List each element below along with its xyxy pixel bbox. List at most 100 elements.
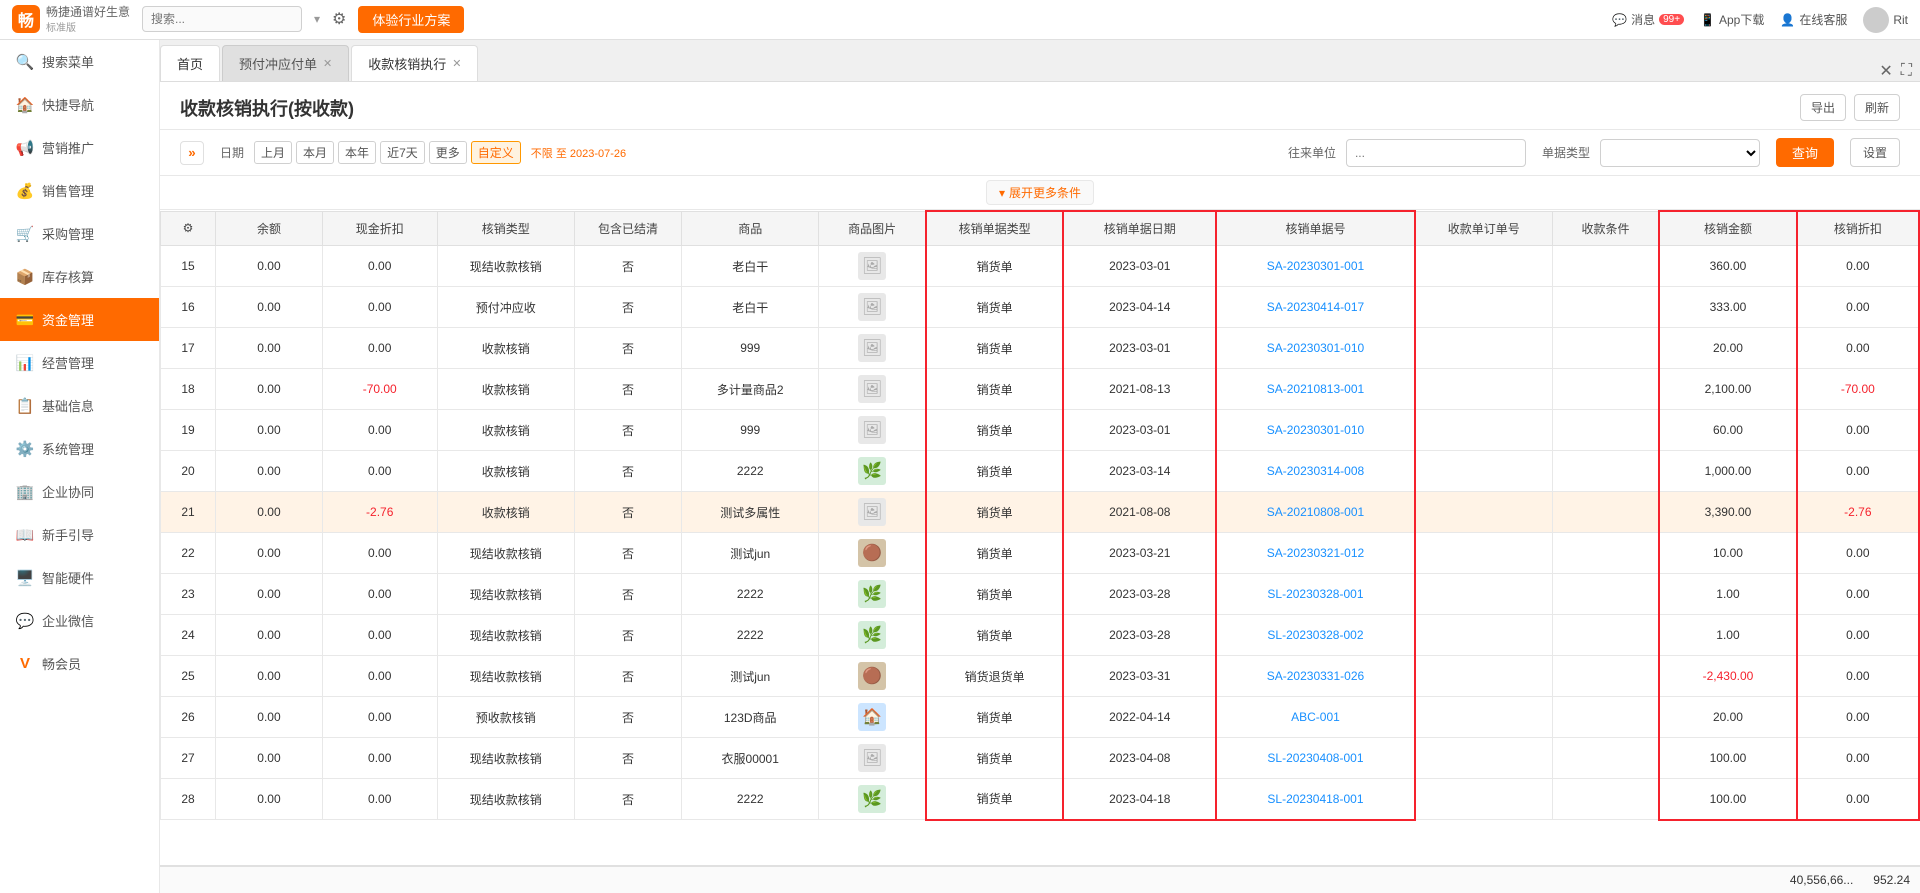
sidebar-item-guide[interactable]: 📖 新手引导: [0, 513, 159, 556]
cancel-doc-no-link[interactable]: SA-20210813-001: [1267, 382, 1364, 396]
message-label: 消息: [1631, 11, 1655, 28]
sidebar-item-nav[interactable]: 🏠 快捷导航: [0, 83, 159, 126]
table-container[interactable]: ⚙ 余额 现金折扣 核销类型 包含已结清 商品 商品图片 核销单据类型 核销单据…: [160, 210, 1920, 865]
user-item[interactable]: Rit: [1863, 7, 1908, 33]
cell-balance: 0.00: [216, 656, 323, 697]
cell-cancel-type: 收款核销: [437, 410, 575, 451]
cell-cash-discount: 0.00: [322, 287, 437, 328]
date-more-btn[interactable]: 更多: [429, 141, 467, 164]
cell-receipt-condition: [1552, 574, 1659, 615]
page-content: 收款核销执行(按收款) 导出 刷新 » 日期 上月 本月 本年 近7天 更多: [160, 82, 1920, 893]
cell-cancel-doc-type: 销货单: [926, 287, 1064, 328]
cell-cancel-doc-no: ABC-001: [1216, 697, 1415, 738]
cell-balance: 0.00: [216, 410, 323, 451]
cell-cancel-doc-date: 2023-03-01: [1063, 410, 1216, 451]
cancel-doc-no-link[interactable]: SA-20230301-010: [1267, 341, 1364, 355]
sidebar-item-search[interactable]: 🔍 搜索菜单: [0, 40, 159, 83]
cell-cancel-type: 现结收款核销: [437, 574, 575, 615]
date-custom-btn[interactable]: 自定义: [471, 141, 521, 164]
expand-more-btn[interactable]: ▾ 展开更多条件: [986, 180, 1094, 205]
cell-balance: 0.00: [216, 574, 323, 615]
top-bar-right: 💬 消息 99+ 📱 App下载 👤 在线客服 Rit: [1612, 7, 1908, 33]
sidebar-item-member[interactable]: V 畅会员: [0, 642, 159, 685]
dropdown-arrow-icon[interactable]: ▾: [314, 12, 320, 26]
tab-receipt-close-icon[interactable]: ✕: [452, 57, 461, 70]
cell-include-settled: 否: [575, 246, 682, 287]
cancel-doc-no-link[interactable]: SA-20230414-017: [1267, 300, 1364, 314]
cancel-doc-no-link[interactable]: ABC-001: [1291, 710, 1340, 724]
tab-prepay[interactable]: 预付冲应付单 ✕: [222, 45, 349, 81]
cancel-doc-no-link[interactable]: SL-20230328-001: [1267, 587, 1363, 601]
counterparty-label: 往来单位: [1288, 144, 1336, 161]
filter-expand-btn[interactable]: »: [180, 141, 204, 165]
cell-cash-discount: 0.00: [322, 246, 437, 287]
sidebar-item-inventory[interactable]: 📦 库存核算: [0, 255, 159, 298]
cancel-doc-no-link[interactable]: SL-20230328-002: [1267, 628, 1363, 642]
refresh-btn[interactable]: 刷新: [1854, 94, 1900, 121]
date-this-year-btn[interactable]: 本年: [338, 141, 376, 164]
cell-goods: 2222: [681, 779, 819, 820]
top-bar-left: 畅 畅捷通谱好生意 标准版 ▾ ⚙ 体验行业方案: [12, 5, 464, 34]
cell-cancel-doc-no: SL-20230328-002: [1216, 615, 1415, 656]
cancel-doc-no-link[interactable]: SL-20230418-001: [1267, 792, 1363, 806]
sidebar-item-marketing[interactable]: 📢 营销推广: [0, 126, 159, 169]
filter-date-row: 日期 上月 本月 本年 近7天 更多 自定义 不限 至 2023-07-26: [220, 141, 1272, 164]
cell-cancel-doc-date: 2023-04-18: [1063, 779, 1216, 820]
filter-settings-btn[interactable]: 设置: [1850, 138, 1900, 167]
online-service-item[interactable]: 👤 在线客服: [1780, 11, 1847, 28]
cancel-doc-no-link[interactable]: SA-20230314-008: [1267, 464, 1364, 478]
cell-include-settled: 否: [575, 779, 682, 820]
app-download-item[interactable]: 📱 App下载: [1700, 11, 1764, 28]
date-last-month-btn[interactable]: 上月: [254, 141, 292, 164]
search-input-top[interactable]: [142, 6, 302, 32]
logo-sub: 标准版: [46, 19, 130, 34]
cell-cancel-doc-type: 销货单: [926, 574, 1064, 615]
sidebar-label-search: 搜索菜单: [42, 52, 94, 71]
tab-fullscreen-icon[interactable]: ⛶: [1901, 62, 1912, 80]
cell-cash-discount: 0.00: [322, 738, 437, 779]
cancel-doc-no-link[interactable]: SA-20210808-001: [1267, 505, 1364, 519]
sidebar-item-corp[interactable]: 🏢 企业协同: [0, 470, 159, 513]
sidebar-item-wechat[interactable]: 💬 企业微信: [0, 599, 159, 642]
sidebar-item-operation[interactable]: 📊 经营管理: [0, 341, 159, 384]
tab-receipt[interactable]: 收款核销执行 ✕: [351, 45, 478, 81]
cancel-doc-no-link[interactable]: SA-20230301-001: [1267, 259, 1364, 273]
cancel-doc-no-link[interactable]: SA-20230331-026: [1267, 669, 1364, 683]
sidebar-item-basic[interactable]: 📋 基础信息: [0, 384, 159, 427]
query-btn[interactable]: 查询: [1776, 138, 1834, 167]
cell-cancel-type: 收款核销: [437, 451, 575, 492]
cell-cancel-type: 现结收款核销: [437, 533, 575, 574]
corp-icon: 🏢: [16, 483, 34, 501]
cell-cash-discount: 0.00: [322, 615, 437, 656]
tab-close-window-icon[interactable]: ✕: [1879, 61, 1892, 81]
sidebar-label-hardware: 智能硬件: [42, 568, 94, 587]
sidebar-label-operation: 经营管理: [42, 353, 94, 372]
sidebar-item-system[interactable]: ⚙️ 系统管理: [0, 427, 159, 470]
date-this-month-btn[interactable]: 本月: [296, 141, 334, 164]
gear-settings-icon[interactable]: ⚙: [332, 9, 346, 29]
message-item[interactable]: 💬 消息 99+: [1612, 11, 1684, 28]
tab-prepay-close-icon[interactable]: ✕: [323, 57, 332, 70]
counterparty-input[interactable]: [1346, 139, 1526, 167]
cell-no: 28: [161, 779, 216, 820]
export-btn[interactable]: 导出: [1800, 94, 1846, 121]
cell-goods-img: 🟤: [819, 533, 926, 574]
sidebar-item-finance[interactable]: 💳 资金管理: [0, 298, 159, 341]
cell-receipt-condition: [1552, 615, 1659, 656]
sidebar-item-hardware[interactable]: 🖥️ 智能硬件: [0, 556, 159, 599]
sidebar-item-sales[interactable]: 💰 销售管理: [0, 169, 159, 212]
cell-include-settled: 否: [575, 574, 682, 615]
cell-cancel-discount: 0.00: [1797, 451, 1919, 492]
doctype-select[interactable]: [1600, 139, 1760, 167]
cancel-doc-no-link[interactable]: SA-20230301-010: [1267, 423, 1364, 437]
footer-cancel-amount-total: 40,556,66...: [1790, 873, 1853, 887]
cancel-doc-no-link[interactable]: SA-20230321-012: [1267, 546, 1364, 560]
col-gear[interactable]: ⚙: [161, 211, 216, 246]
cancel-doc-no-link[interactable]: SL-20230408-001: [1267, 751, 1363, 765]
sidebar-item-purchase[interactable]: 🛒 采购管理: [0, 212, 159, 255]
table-row: 26 0.00 0.00 预收款核销 否 123D商品 🏠 销货单 2022-0…: [161, 697, 1920, 738]
industry-btn[interactable]: 体验行业方案: [358, 6, 464, 33]
cell-cancel-doc-no: SA-20230301-010: [1216, 328, 1415, 369]
date-7days-btn[interactable]: 近7天: [380, 141, 425, 164]
tab-home[interactable]: 首页: [160, 45, 220, 81]
